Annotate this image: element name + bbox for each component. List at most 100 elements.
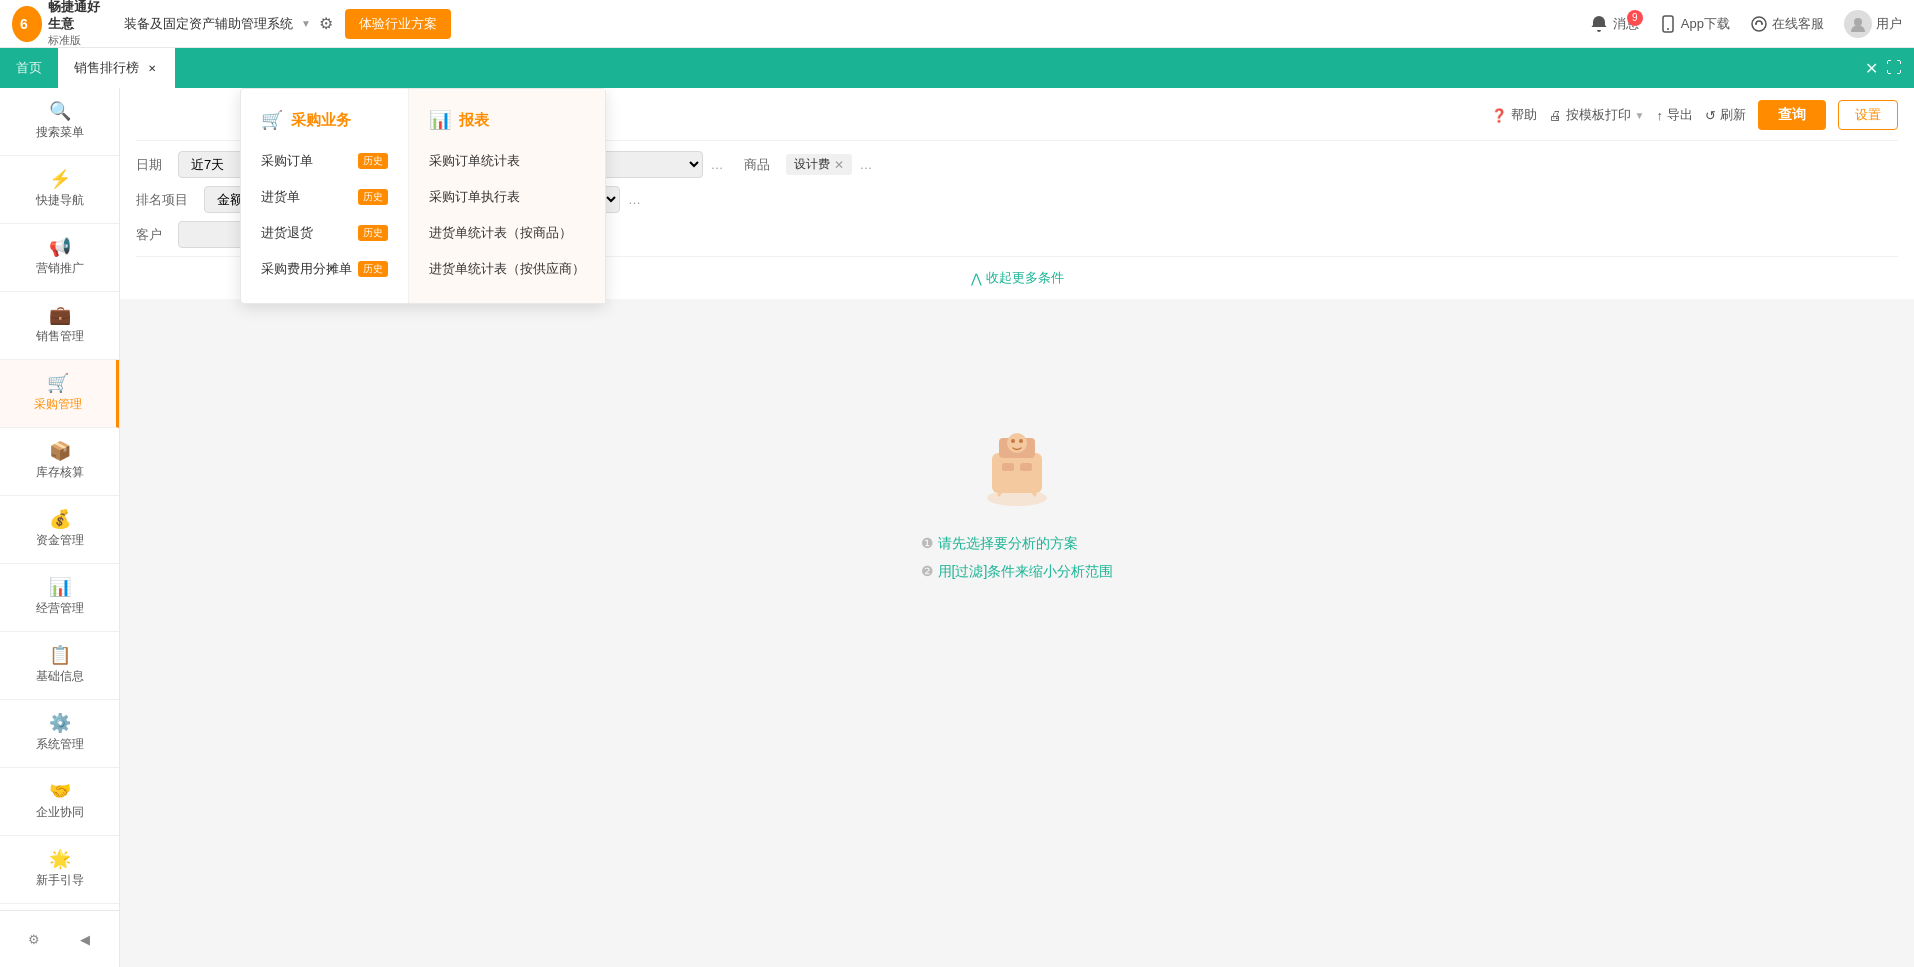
notification-badge: 9: [1627, 10, 1643, 26]
marketing-icon: 📢: [49, 238, 71, 256]
purchase-order-stats-label: 采购订单统计表: [429, 153, 520, 168]
rank-label: 排名项目: [136, 191, 188, 209]
basics-icon: 📋: [49, 646, 71, 664]
customer-label: 客户: [136, 226, 162, 244]
svg-point-3: [1667, 28, 1669, 30]
tabbar: 首页 销售排行榜 ✕ ✕ ⛶: [0, 48, 1914, 88]
tab-home-label: 首页: [16, 59, 42, 77]
svg-rect-15: [1020, 463, 1032, 471]
settings-icon[interactable]: ⚙: [319, 14, 333, 33]
purchase-expense-item[interactable]: 采购费用分摊单 历史: [241, 251, 408, 287]
sidebar-item-operations[interactable]: 📊 经营管理: [0, 564, 119, 632]
phone-icon: [1659, 15, 1677, 33]
report-header-icon: 📊: [429, 109, 451, 131]
purchase-order-item[interactable]: 采购订单 历史: [241, 143, 408, 179]
incoming-stats-goods-label: 进货单统计表（按商品）: [429, 225, 572, 240]
goods-more-icon[interactable]: …: [856, 157, 877, 172]
purchase-order-stats-item[interactable]: 采购订单统计表: [409, 143, 605, 179]
maximize-icon[interactable]: ⛶: [1886, 59, 1902, 77]
tab-sales-ranking[interactable]: 销售排行榜 ✕: [58, 48, 175, 88]
navigation-icon: ⚡: [49, 170, 71, 188]
sidebar-finance-label: 资金管理: [36, 532, 84, 549]
sidebar-purchase-label: 采购管理: [34, 396, 82, 413]
system-name-area: 装备及固定资产辅助管理系统 ▼ ⚙: [112, 14, 345, 33]
purchase-business-title: 采购业务: [291, 111, 351, 130]
purchase-expense-label: 采购费用分摊单: [261, 260, 352, 278]
avatar: [1844, 10, 1872, 38]
system-icon: ⚙️: [49, 714, 71, 732]
sidebar-item-navigation[interactable]: ⚡ 快捷导航: [0, 156, 119, 224]
voucher-status-more-icon[interactable]: …: [707, 157, 728, 172]
report-col: 📊 报表 采购订单统计表 采购订单执行表 进货单统计表（按商品） 进货单统计表（…: [409, 89, 605, 303]
collapse-label: 收起更多条件: [986, 269, 1064, 287]
tab-close-icon[interactable]: ✕: [145, 61, 159, 75]
sales-icon: 💼: [49, 306, 71, 324]
print-icon: 🖨: [1549, 108, 1562, 123]
collapse-up-icon: ⋀: [971, 271, 982, 286]
incoming-stats-supplier-item[interactable]: 进货单统计表（按供应商）: [409, 251, 605, 287]
return-goods-badge: 历史: [358, 225, 388, 241]
salesperson-more-icon[interactable]: …: [624, 192, 645, 207]
set-button[interactable]: 设置: [1838, 100, 1898, 130]
report-header: 📊 报表: [409, 105, 605, 143]
print-button[interactable]: 🖨 按模板打印 ▼: [1549, 106, 1645, 124]
help-button[interactable]: ❓ 帮助: [1491, 106, 1537, 124]
empty-hint: ❶ 请先选择要分析的方案 ❷ 用[过滤]条件来缩小分析范围: [921, 529, 1114, 585]
close-window-icon[interactable]: ✕: [1865, 59, 1878, 78]
newbie-icon: 🌟: [49, 850, 71, 868]
svg-point-12: [1011, 439, 1015, 443]
sidebar-item-purchase[interactable]: 🛒 采购管理: [0, 360, 119, 428]
svg-rect-9: [992, 453, 1042, 493]
refresh-button[interactable]: ↺ 刷新: [1705, 106, 1746, 124]
user-item[interactable]: 用户: [1844, 10, 1902, 38]
sidebar-item-marketing[interactable]: 📢 营销推广: [0, 224, 119, 292]
svg-point-7: [1854, 18, 1862, 26]
sidebar-item-inventory[interactable]: 📦 库存核算: [0, 428, 119, 496]
system-name: 装备及固定资产辅助管理系统: [124, 15, 293, 33]
sidebar-item-finance[interactable]: 💰 资金管理: [0, 496, 119, 564]
purchase-expense-badge: 历史: [358, 261, 388, 277]
app-download-item[interactable]: App下载: [1659, 15, 1730, 33]
sidebar-item-sales[interactable]: 💼 销售管理: [0, 292, 119, 360]
purchase-order-badge: 历史: [358, 153, 388, 169]
finance-icon: 💰: [49, 510, 71, 528]
goods-tag-close[interactable]: ✕: [834, 158, 844, 172]
svg-point-4: [1752, 17, 1766, 31]
query-button[interactable]: 查询: [1758, 100, 1826, 130]
purchase-order-label: 采购订单: [261, 152, 313, 170]
cooperation-icon: 🤝: [49, 782, 71, 800]
export-button[interactable]: ↑ 导出: [1657, 106, 1694, 124]
goods-label: 商品: [744, 156, 770, 174]
incoming-stats-goods-item[interactable]: 进货单统计表（按商品）: [409, 215, 605, 251]
sidebar-item-basics[interactable]: 📋 基础信息: [0, 632, 119, 700]
app-download-label: App下载: [1681, 15, 1730, 33]
sidebar-item-search[interactable]: 🔍 搜索菜单: [0, 88, 119, 156]
topbar-right: 9 消息 App下载 在线客服: [1589, 10, 1902, 38]
main-layout: 🔍 搜索菜单 ⚡ 快捷导航 📢 营销推广 💼 销售管理 🛒 采购管理 📦 库存核…: [0, 88, 1914, 967]
purchase-dropdown-menu: 🛒 采购业务 采购订单 历史 进货单 历史 进货退货 历史 采购费用分摊单: [240, 88, 606, 304]
user-label: 用户: [1876, 15, 1902, 33]
online-service-label: 在线客服: [1772, 15, 1824, 33]
incoming-label: 进货单: [261, 188, 300, 206]
sidebar-marketing-label: 营销推广: [36, 260, 84, 277]
sidebar-collapse-btn[interactable]: ◀: [69, 923, 101, 955]
sidebar-settings-btn[interactable]: ⚙: [18, 923, 50, 955]
sidebar-cooperation-label: 企业协同: [36, 804, 84, 821]
collapse-button[interactable]: ⋀ 收起更多条件: [971, 263, 1064, 293]
dropdown-arrow-icon[interactable]: ▼: [301, 18, 311, 29]
trial-button[interactable]: 体验行业方案: [345, 9, 451, 39]
return-goods-item[interactable]: 进货退货 历史: [241, 215, 408, 251]
sidebar-item-newbie[interactable]: 🌟 新手引导: [0, 836, 119, 904]
svg-point-5: [1755, 23, 1757, 25]
purchase-order-exec-item[interactable]: 采购订单执行表: [409, 179, 605, 215]
sidebar-item-cooperation[interactable]: 🤝 企业协同: [0, 768, 119, 836]
incoming-item[interactable]: 进货单 历史: [241, 179, 408, 215]
sidebar-item-system[interactable]: ⚙️ 系统管理: [0, 700, 119, 768]
tab-home[interactable]: 首页: [0, 48, 58, 88]
help-icon: ❓: [1491, 108, 1507, 123]
svg-point-6: [1761, 23, 1763, 25]
incoming-badge: 历史: [358, 189, 388, 205]
notifications-item[interactable]: 9 消息: [1589, 14, 1639, 34]
online-service-item[interactable]: 在线客服: [1750, 15, 1824, 33]
content-area: 🛒 采购业务 采购订单 历史 进货单 历史 进货退货 历史 采购费用分摊单: [120, 88, 1914, 967]
